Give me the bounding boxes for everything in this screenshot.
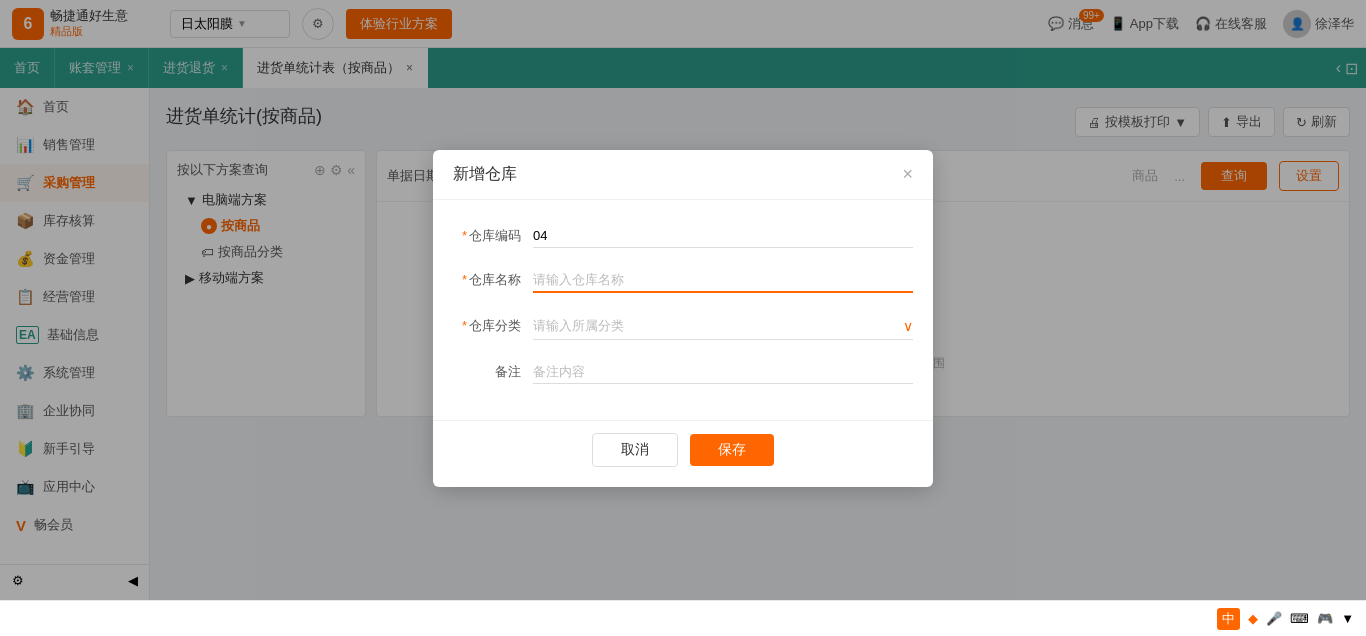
bottom-bar: 中 ◆ 🎤 ⌨ 🎮 ▼ [0, 600, 1366, 636]
code-label: 仓库编码 [453, 227, 533, 245]
new-warehouse-dialog: 新增仓库 × 仓库编码 仓库名称 仓库分类 请输入所属分类 ∨ [433, 150, 933, 487]
bottom-chevron-icon[interactable]: ▼ [1341, 611, 1354, 626]
dialog-header: 新增仓库 × [433, 150, 933, 200]
dialog-title: 新增仓库 [453, 164, 517, 185]
form-row-code: 仓库编码 [453, 224, 913, 248]
code-input[interactable] [533, 224, 913, 248]
dialog-footer: 取消 保存 [433, 421, 933, 487]
form-row-name: 仓库名称 [453, 268, 913, 293]
name-input[interactable] [533, 268, 913, 293]
form-row-category: 仓库分类 请输入所属分类 ∨ [453, 313, 913, 340]
remark-input[interactable] [533, 360, 913, 384]
category-dropdown-icon: ∨ [903, 318, 913, 334]
dialog-body: 仓库编码 仓库名称 仓库分类 请输入所属分类 ∨ 备注 [433, 200, 933, 420]
category-placeholder: 请输入所属分类 [533, 317, 624, 335]
category-label: 仓库分类 [453, 317, 533, 335]
save-button[interactable]: 保存 [690, 434, 774, 466]
category-select[interactable]: 请输入所属分类 ∨ [533, 313, 913, 340]
bottom-zh-icon[interactable]: 中 [1217, 608, 1240, 630]
remark-label: 备注 [453, 363, 533, 381]
bottom-keyboard-icon[interactable]: ⌨ [1290, 611, 1309, 626]
bottom-mic-icon[interactable]: 🎤 [1266, 611, 1282, 626]
form-row-remark: 备注 [453, 360, 913, 384]
bottom-diamond-icon[interactable]: ◆ [1248, 611, 1258, 626]
dialog-close-button[interactable]: × [902, 164, 913, 185]
overlay: 新增仓库 × 仓库编码 仓库名称 仓库分类 请输入所属分类 ∨ [0, 0, 1366, 636]
name-label: 仓库名称 [453, 271, 533, 289]
bottom-game-icon[interactable]: 🎮 [1317, 611, 1333, 626]
cancel-button[interactable]: 取消 [592, 433, 678, 467]
